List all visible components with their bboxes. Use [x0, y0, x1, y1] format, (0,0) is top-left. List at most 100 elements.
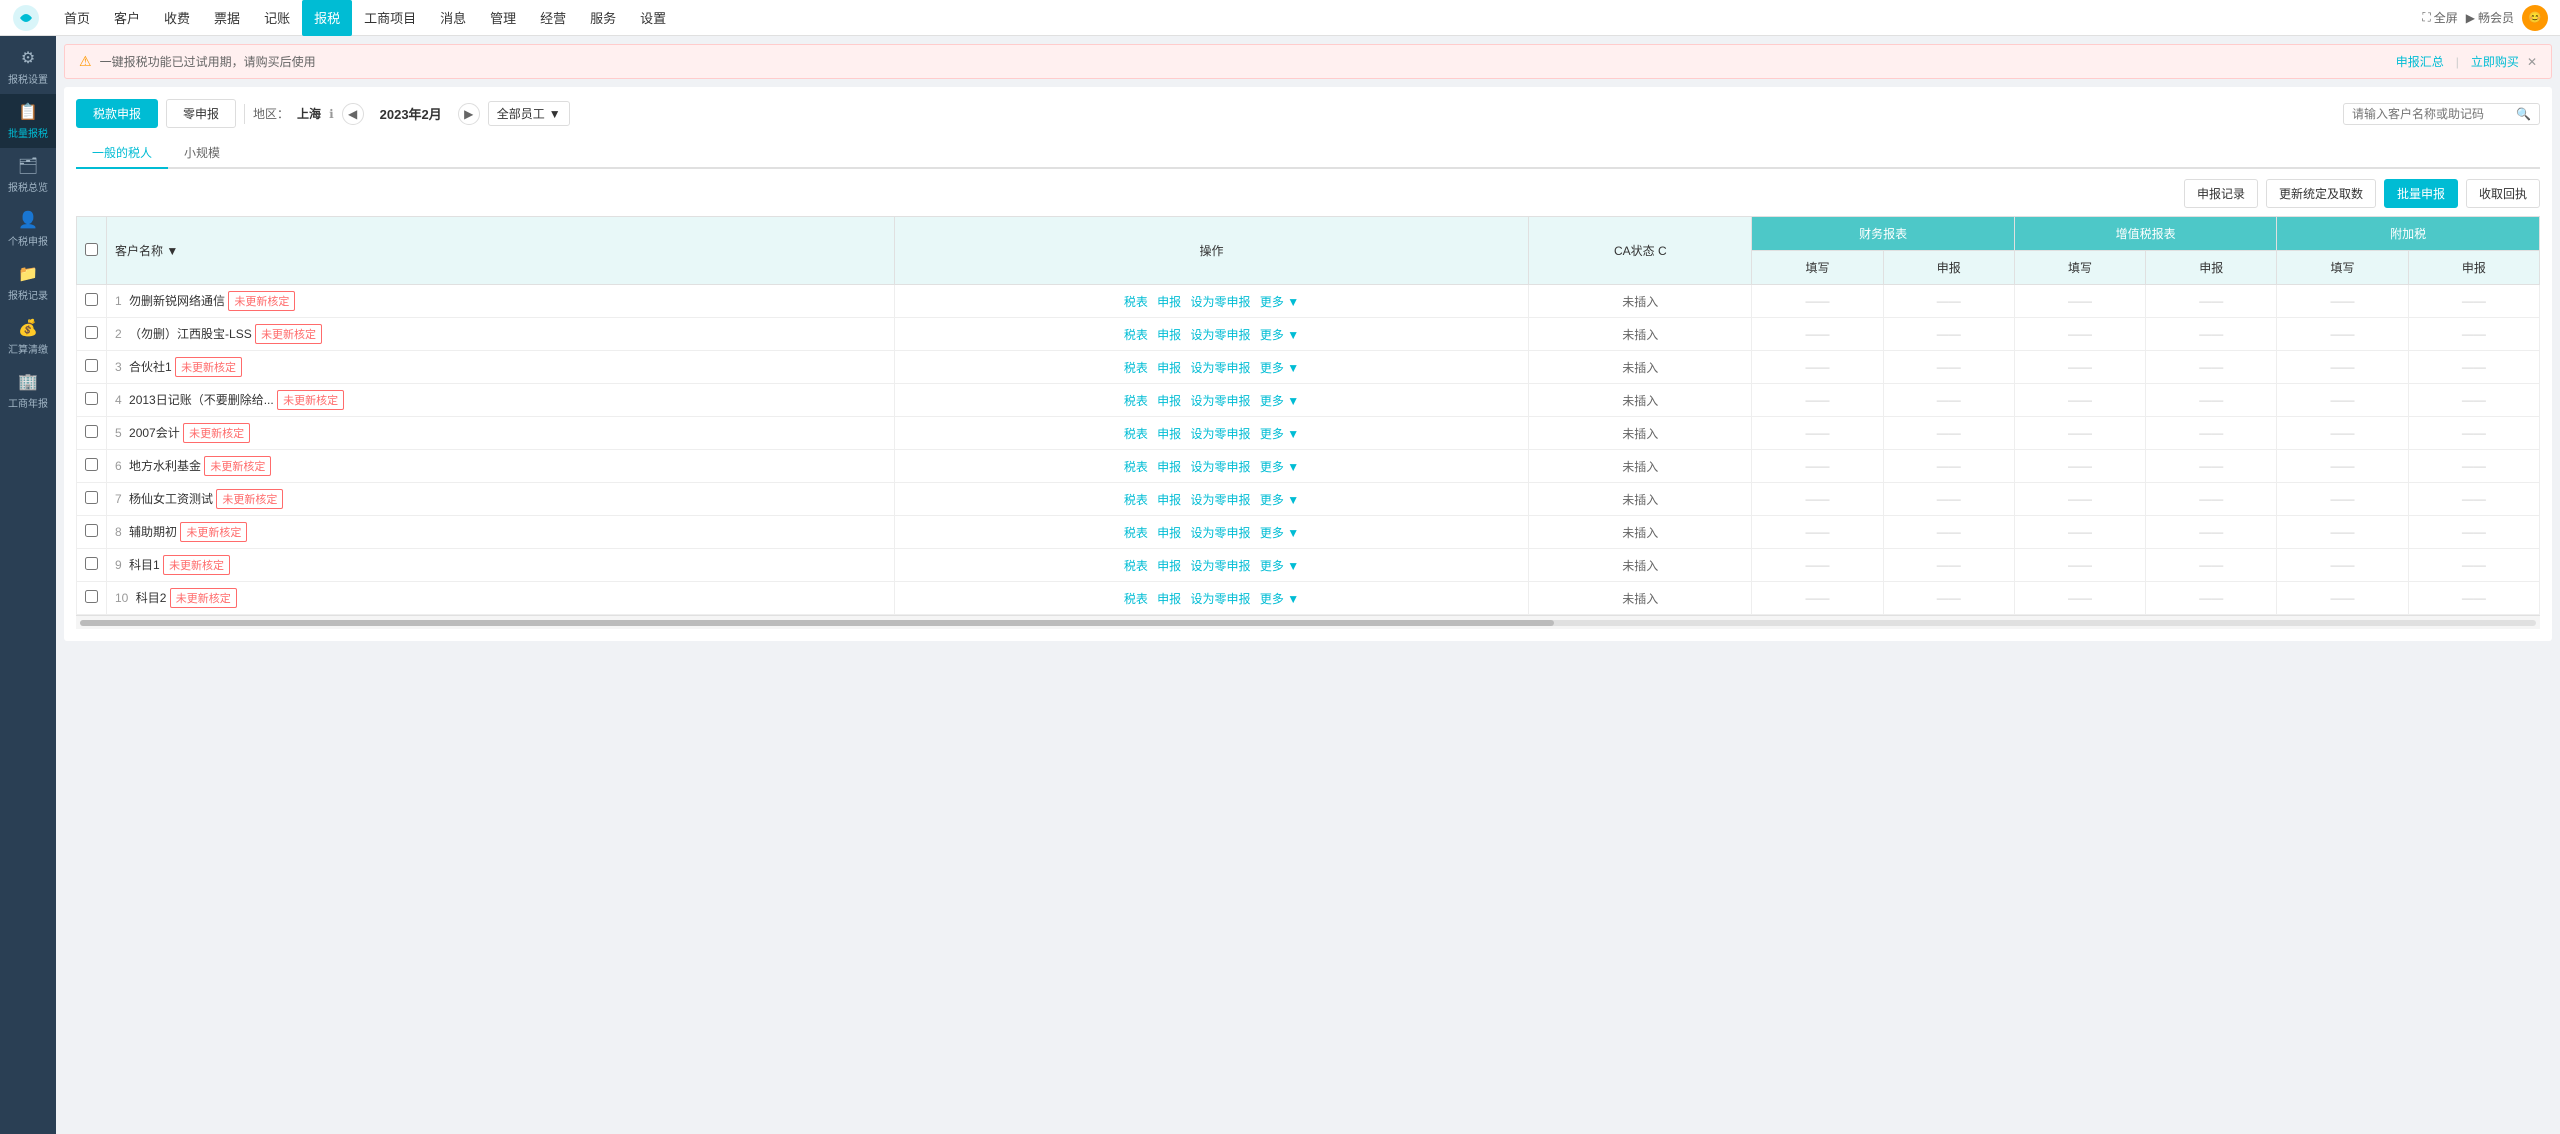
- op-zero-declare-2[interactable]: 设为零申报: [1191, 361, 1251, 375]
- op-declare-0[interactable]: 申报: [1157, 295, 1181, 309]
- update-settings-button[interactable]: 更新统定及取数: [2266, 179, 2376, 208]
- nav-item-manage[interactable]: 管理: [478, 0, 528, 36]
- op-zero-declare-9[interactable]: 设为零申报: [1191, 592, 1251, 606]
- collect-receipt-button[interactable]: 收取回执: [2466, 179, 2540, 208]
- sidebar-item-annual-report[interactable]: 🏢 工商年报: [0, 364, 56, 418]
- op-zero-declare-5[interactable]: 设为零申报: [1191, 460, 1251, 474]
- op-tax-sheet-3[interactable]: 税表: [1124, 394, 1148, 408]
- tax-overview-icon: 🗂: [18, 156, 38, 176]
- row-check-7[interactable]: [85, 524, 98, 537]
- nav-item-business[interactable]: 工商项目: [352, 0, 428, 36]
- op-declare-6[interactable]: 申报: [1157, 493, 1181, 507]
- row-ca-0: 未插入: [1529, 285, 1752, 318]
- op-declare-5[interactable]: 申报: [1157, 460, 1181, 474]
- op-tax-sheet-6[interactable]: 税表: [1124, 493, 1148, 507]
- op-more-4[interactable]: 更多 ▼: [1260, 427, 1299, 441]
- op-declare-7[interactable]: 申报: [1157, 526, 1181, 540]
- nav-item-home[interactable]: 首页: [52, 0, 102, 36]
- alert-link-summary[interactable]: 申报汇总: [2396, 53, 2444, 70]
- horizontal-scrollbar[interactable]: [76, 615, 2540, 629]
- row-check-0[interactable]: [85, 293, 98, 306]
- nav-item-accounting[interactable]: 记账: [252, 0, 302, 36]
- row-check-4[interactable]: [85, 425, 98, 438]
- th-fill-2: 填写: [2014, 251, 2145, 285]
- sub-tab-small[interactable]: 小规模: [168, 138, 236, 169]
- op-tax-sheet-2[interactable]: 税表: [1124, 361, 1148, 375]
- op-more-0[interactable]: 更多 ▼: [1260, 295, 1299, 309]
- tab-tax-declare[interactable]: 税款申报: [76, 99, 158, 128]
- op-more-7[interactable]: 更多 ▼: [1260, 526, 1299, 540]
- staff-filter[interactable]: 全部员工 ▼: [488, 101, 570, 126]
- alert-close-button[interactable]: ✕: [2527, 55, 2537, 69]
- op-declare-8[interactable]: 申报: [1157, 559, 1181, 573]
- region-info-icon[interactable]: ℹ: [329, 107, 334, 121]
- alert-link-purchase[interactable]: 立即购买: [2471, 53, 2519, 70]
- op-zero-declare-3[interactable]: 设为零申报: [1191, 394, 1251, 408]
- row-checkbox-3: [77, 384, 107, 417]
- op-more-3[interactable]: 更多 ▼: [1260, 394, 1299, 408]
- nav-item-operation[interactable]: 经营: [528, 0, 578, 36]
- row-check-6[interactable]: [85, 491, 98, 504]
- op-declare-4[interactable]: 申报: [1157, 427, 1181, 441]
- op-more-1[interactable]: 更多 ▼: [1260, 328, 1299, 342]
- nav-item-tax[interactable]: 报税: [302, 0, 352, 36]
- nav-item-message[interactable]: 消息: [428, 0, 478, 36]
- sidebar-item-batch-tax[interactable]: 📋 批量报税: [0, 94, 56, 148]
- op-declare-1[interactable]: 申报: [1157, 328, 1181, 342]
- op-zero-declare-8[interactable]: 设为零申报: [1191, 559, 1251, 573]
- row-check-1[interactable]: [85, 326, 98, 339]
- fullscreen-button[interactable]: ⛶ 全屏: [2422, 9, 2457, 26]
- sidebar-item-personal-tax[interactable]: 👤 个税申报: [0, 202, 56, 256]
- nav-item-settings[interactable]: 设置: [628, 0, 678, 36]
- sidebar-item-tax-record[interactable]: 📁 报税记录: [0, 256, 56, 310]
- op-more-2[interactable]: 更多 ▼: [1260, 361, 1299, 375]
- op-zero-declare-4[interactable]: 设为零申报: [1191, 427, 1251, 441]
- op-tax-sheet-1[interactable]: 税表: [1124, 328, 1148, 342]
- search-input[interactable]: [2352, 107, 2512, 121]
- op-zero-declare-1[interactable]: 设为零申报: [1191, 328, 1251, 342]
- batch-declare-button[interactable]: 批量申报: [2384, 179, 2458, 208]
- op-more-5[interactable]: 更多 ▼: [1260, 460, 1299, 474]
- sub-tab-general[interactable]: 一般的税人: [76, 138, 168, 169]
- op-declare-3[interactable]: 申报: [1157, 394, 1181, 408]
- declare-record-button[interactable]: 申报记录: [2184, 179, 2258, 208]
- date-prev-button[interactable]: ◀: [342, 103, 364, 125]
- op-zero-declare-0[interactable]: 设为零申报: [1191, 295, 1251, 309]
- op-tax-sheet-8[interactable]: 税表: [1124, 559, 1148, 573]
- op-more-6[interactable]: 更多 ▼: [1260, 493, 1299, 507]
- sidebar-item-tax-settings[interactable]: ⚙ 报税设置: [0, 40, 56, 94]
- row-v6-0: ——: [2408, 285, 2539, 318]
- op-tax-sheet-7[interactable]: 税表: [1124, 526, 1148, 540]
- op-declare-9[interactable]: 申报: [1157, 592, 1181, 606]
- row-check-2[interactable]: [85, 359, 98, 372]
- nav-item-service[interactable]: 服务: [578, 0, 628, 36]
- op-more-8[interactable]: 更多 ▼: [1260, 559, 1299, 573]
- row-v1-8: ——: [1752, 549, 1883, 582]
- avatar[interactable]: 😊: [2522, 5, 2548, 31]
- row-check-3[interactable]: [85, 392, 98, 405]
- member-button[interactable]: ▶ 畅会员: [2466, 9, 2514, 26]
- row-check-8[interactable]: [85, 557, 98, 570]
- row-check-9[interactable]: [85, 590, 98, 603]
- row-v5-8: ——: [2277, 549, 2408, 582]
- row-v4-0: ——: [2146, 285, 2277, 318]
- op-tax-sheet-0[interactable]: 税表: [1124, 295, 1148, 309]
- op-tax-sheet-9[interactable]: 税表: [1124, 592, 1148, 606]
- row-v2-0: ——: [1883, 285, 2014, 318]
- op-zero-declare-7[interactable]: 设为零申报: [1191, 526, 1251, 540]
- tab-zero-declare[interactable]: 零申报: [166, 99, 236, 128]
- date-next-button[interactable]: ▶: [458, 103, 480, 125]
- nav-item-charge[interactable]: 收费: [152, 0, 202, 36]
- op-more-9[interactable]: 更多 ▼: [1260, 592, 1299, 606]
- op-tax-sheet-5[interactable]: 税表: [1124, 460, 1148, 474]
- nav-item-invoice[interactable]: 票据: [202, 0, 252, 36]
- select-all-checkbox[interactable]: [85, 243, 98, 256]
- op-zero-declare-6[interactable]: 设为零申报: [1191, 493, 1251, 507]
- sidebar-item-settlement[interactable]: 💰 汇算清缴: [0, 310, 56, 364]
- row-checkbox-9: [77, 582, 107, 615]
- op-declare-2[interactable]: 申报: [1157, 361, 1181, 375]
- op-tax-sheet-4[interactable]: 税表: [1124, 427, 1148, 441]
- nav-item-client[interactable]: 客户: [102, 0, 152, 36]
- row-check-5[interactable]: [85, 458, 98, 471]
- sidebar-item-tax-overview[interactable]: 🗂 报税总览: [0, 148, 56, 202]
